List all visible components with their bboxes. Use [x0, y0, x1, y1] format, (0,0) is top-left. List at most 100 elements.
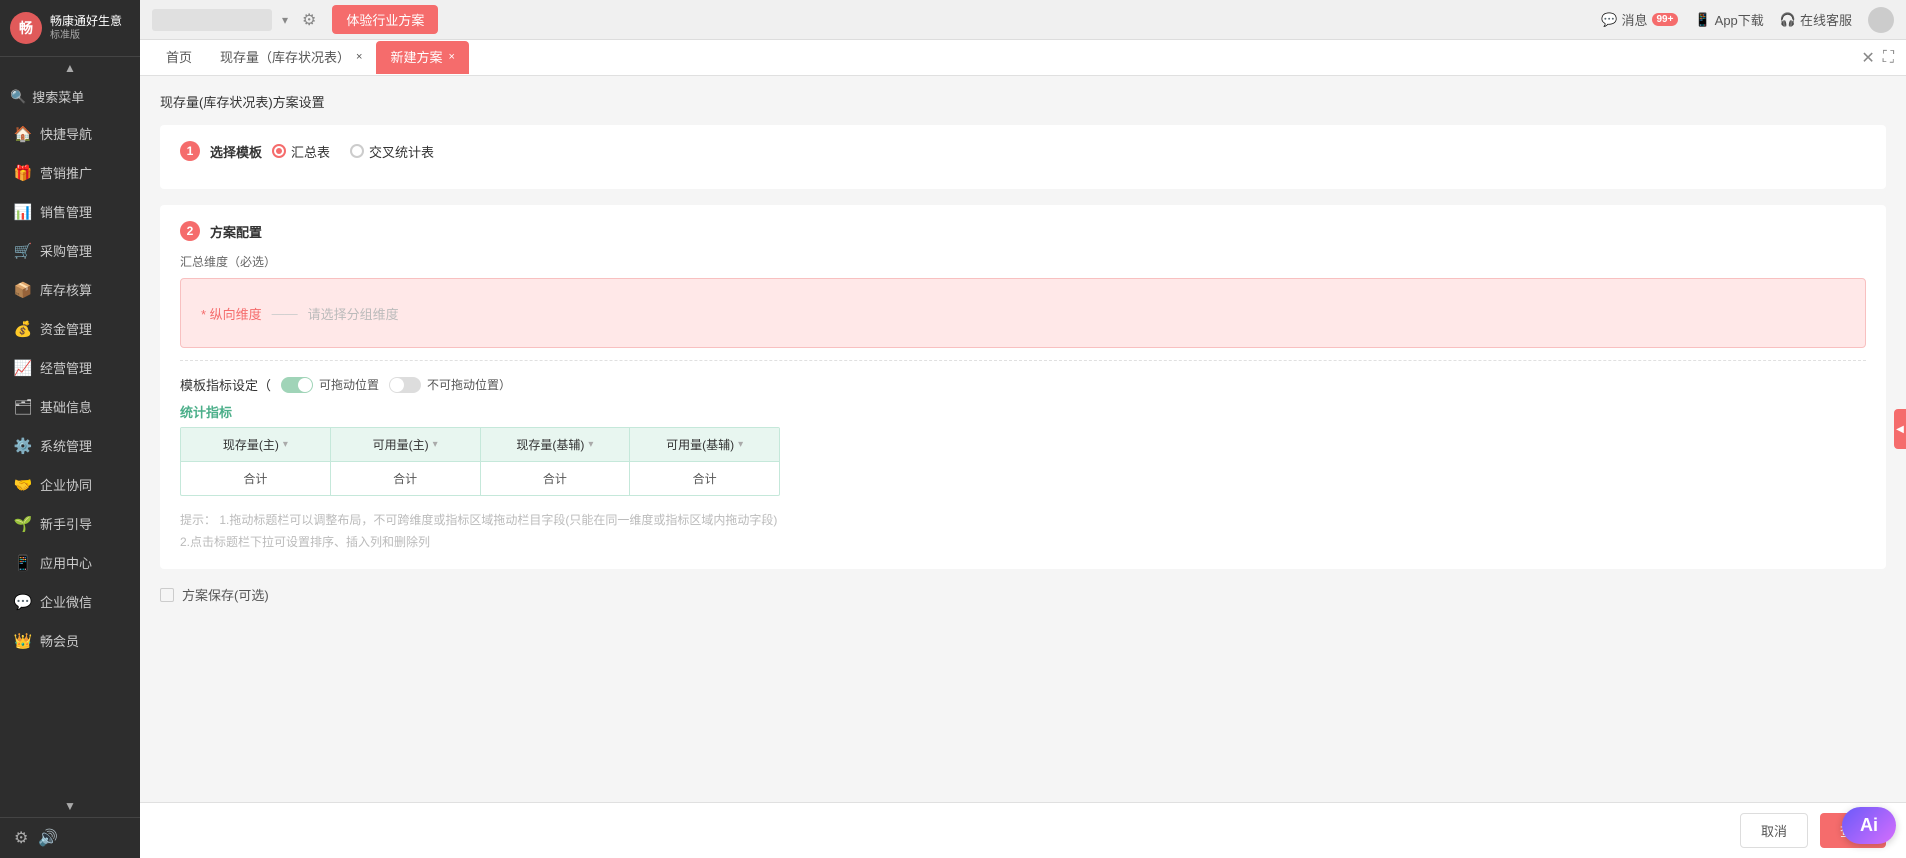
tip-title: 提示： 1.拖动标题栏可以调整布局，不可跨维度或指标区域拖动栏目字段(只能在同一… [180, 510, 1866, 532]
cell-2: 合计 [481, 462, 631, 495]
app-name: 畅康通好生意 [50, 14, 122, 30]
tab-new-plan-close[interactable]: × [448, 51, 454, 63]
tab-new-plan[interactable]: 新建方案 × [376, 41, 468, 74]
member-icon: 👑 [14, 632, 32, 650]
window-controls: ✕ ⛶ [1861, 48, 1894, 68]
tab-home[interactable]: 首页 [152, 41, 206, 74]
quicknav-icon: 🏠 [14, 125, 32, 143]
sidebar-item-label: 系统管理 [40, 436, 92, 455]
sidebar-item-enterprise[interactable]: 🤝 企业协同 [0, 465, 140, 504]
cancel-button[interactable]: 取消 [1740, 813, 1808, 848]
sidebar-item-marketing[interactable]: 🎁 营销推广 [0, 153, 140, 192]
audio-icon[interactable]: 🔊 [38, 828, 58, 848]
col-1[interactable]: 可用量(主) ▾ [331, 428, 481, 461]
sidebar-item-wechat[interactable]: 💬 企业微信 [0, 582, 140, 621]
tip-title-text: 提示： [180, 513, 216, 527]
close-window-btn[interactable]: ✕ [1861, 48, 1874, 68]
sidebar-item-inventory[interactable]: 📦 库存核算 [0, 270, 140, 309]
message-item[interactable]: 💬 消息 99+ [1601, 10, 1678, 29]
topbar-dropdown-arrow[interactable]: ▾ [282, 13, 288, 27]
sidebar-item-label: 营销推广 [40, 163, 92, 182]
stat-indicators-title: 统计指标 [180, 402, 1866, 421]
draggable-toggle[interactable]: 可拖动位置 [281, 376, 379, 393]
ai-button[interactable]: Ai [1842, 807, 1896, 844]
indicator-settings: 模板指标设定（ 可拖动位置 不可拖动位置） 统计指标 现存量(主) [180, 375, 1866, 496]
tab-inventory-close[interactable]: × [356, 51, 362, 63]
settings-icon[interactable]: ⚙ [14, 828, 28, 848]
col-0-arrow[interactable]: ▾ [283, 439, 288, 450]
content-area: 现存量(库存状况表)方案设置 1 选择模板 汇总表 交叉统计表 [140, 76, 1906, 802]
sidebar-item-label: 库存核算 [40, 280, 92, 299]
indicator-label-text: 模板指标设定（ [180, 375, 271, 394]
step1-badge: 1 [180, 141, 200, 161]
topbar-search-input[interactable] [152, 9, 272, 31]
section-divider [180, 360, 1866, 361]
col-0[interactable]: 现存量(主) ▾ [181, 428, 331, 461]
online-service-item[interactable]: 🎧 在线客服 [1780, 10, 1852, 29]
sidebar-item-newbie[interactable]: 🌱 新手引导 [0, 504, 140, 543]
radio-cross-circle [350, 144, 364, 158]
expand-window-btn[interactable]: ⛶ [1883, 49, 1894, 67]
draggable-toggle-control[interactable] [281, 377, 313, 393]
non-draggable-label: 不可拖动位置） [427, 376, 511, 393]
sidebar-item-purchase[interactable]: 🛒 采购管理 [0, 231, 140, 270]
step1-section: 1 选择模板 汇总表 交叉统计表 [160, 125, 1886, 189]
col-2-arrow[interactable]: ▾ [588, 439, 593, 450]
radio-cross-label: 交叉统计表 [369, 142, 434, 161]
page-title: 现存量(库存状况表)方案设置 [160, 92, 1886, 111]
topbar-right: 💬 消息 99+ 📱 App下载 🎧 在线客服 [1601, 7, 1894, 33]
user-avatar[interactable] [1868, 7, 1894, 33]
marketing-icon: 🎁 [14, 164, 32, 182]
sidebar-item-quicknav[interactable]: 🏠 快捷导航 [0, 114, 140, 153]
step2-header: 2 方案配置 [180, 221, 1866, 241]
sidebar-item-management[interactable]: 📈 经营管理 [0, 348, 140, 387]
experience-btn[interactable]: 体验行业方案 [332, 5, 438, 34]
non-draggable-toggle-control[interactable] [389, 377, 421, 393]
scroll-up[interactable]: ▲ [0, 57, 140, 79]
col-1-arrow[interactable]: ▾ [433, 439, 438, 450]
topbar-gear-icon[interactable]: ⚙ [302, 10, 316, 30]
headset-icon: 🎧 [1780, 12, 1796, 28]
col-1-label: 可用量(主) [373, 436, 429, 453]
sidebar-item-label: 经营管理 [40, 358, 92, 377]
footer-bar: 取消 查询 [140, 802, 1906, 858]
save-checkbox[interactable] [160, 588, 174, 602]
sidebar-logo: 畅 畅康通好生意 标准版 [0, 0, 140, 57]
sidebar-item-label: 资金管理 [40, 319, 92, 338]
logo-icon: 畅 [10, 12, 42, 44]
non-draggable-toggle[interactable]: 不可拖动位置） [389, 376, 511, 393]
sidebar-search[interactable]: 🔍 搜索菜单 [0, 79, 140, 114]
sidebar-item-basic[interactable]: 🗂 基础信息 [0, 387, 140, 426]
dimension-box[interactable]: * 纵向维度 —— 请选择分组维度 [180, 278, 1866, 348]
logo-text: 畅康通好生意 标准版 [50, 14, 122, 43]
finance-icon: 💰 [14, 320, 32, 338]
scroll-down[interactable]: ▼ [0, 795, 140, 817]
col-2[interactable]: 现存量(基辅) ▾ [481, 428, 631, 461]
app-version: 标准版 [50, 29, 122, 42]
radio-cross-table[interactable]: 交叉统计表 [350, 142, 434, 161]
cell-1: 合计 [331, 462, 481, 495]
col-3[interactable]: 可用量(基辅) ▾ [630, 428, 779, 461]
sidebar-nav: 🏠 快捷导航 🎁 营销推广 📊 销售管理 🛒 采购管理 📦 库存核算 💰 资金管… [0, 114, 140, 795]
wechat-icon: 💬 [14, 593, 32, 611]
tab-inventory[interactable]: 现存量（库存状况表） × [206, 41, 376, 74]
sidebar-item-label: 采购管理 [40, 241, 92, 260]
sidebar-item-appcenter[interactable]: 📱 应用中心 [0, 543, 140, 582]
step2-section: 2 方案配置 汇总维度（必选） * 纵向维度 —— 请选择分组维度 模板指标设定… [160, 205, 1886, 569]
right-expand-handle[interactable]: ◀ [1894, 409, 1906, 449]
appcenter-icon: 📱 [14, 554, 32, 572]
radio-summary-table[interactable]: 汇总表 [272, 142, 330, 161]
step1-title: 选择模板 [210, 142, 262, 161]
sidebar-item-system[interactable]: ⚙️ 系统管理 [0, 426, 140, 465]
app-download-item[interactable]: 📱 App下载 [1694, 10, 1763, 29]
sidebar-item-label: 销售管理 [40, 202, 92, 221]
right-handle-icon: ◀ [1896, 424, 1904, 435]
sidebar-item-sales[interactable]: 📊 销售管理 [0, 192, 140, 231]
summary-dimension-label: 汇总维度（必选） [180, 253, 1866, 270]
sidebar-item-member[interactable]: 👑 畅会员 [0, 621, 140, 660]
tip2-text: 2.点击标题栏下拉可设置排序、插入列和删除列 [180, 532, 1866, 554]
sidebar-item-label: 快捷导航 [40, 124, 92, 143]
sidebar-item-label: 畅会员 [40, 631, 79, 650]
col-3-arrow[interactable]: ▾ [738, 439, 743, 450]
sidebar-item-finance[interactable]: 💰 资金管理 [0, 309, 140, 348]
